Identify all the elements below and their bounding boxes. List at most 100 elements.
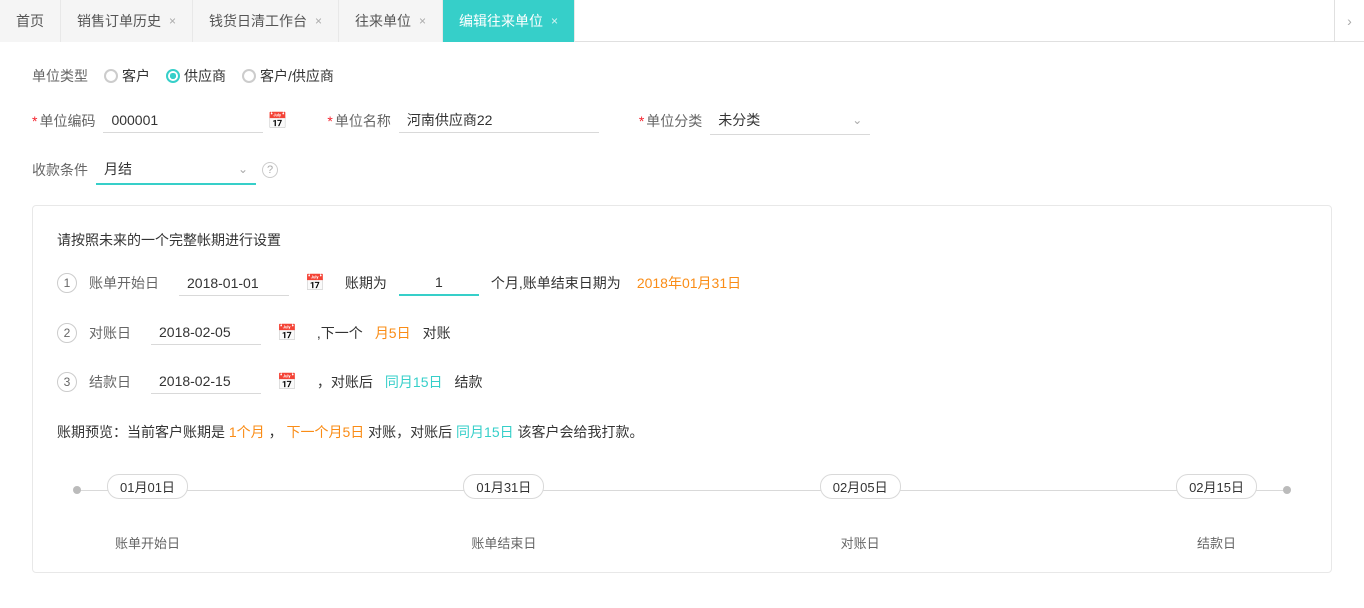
unit-code-star: * bbox=[32, 113, 37, 129]
unit-type-row: 单位类型 客户 供应商 客户/供应商 bbox=[32, 66, 1332, 86]
timeline-node-3: 02月05日 对账日 bbox=[820, 474, 901, 552]
node4-label: 结款日 bbox=[1197, 533, 1236, 552]
node4-date: 02月15日 bbox=[1176, 474, 1257, 499]
tab-sales-order-history[interactable]: 销售订单历史 × bbox=[61, 0, 193, 42]
preview-suffix: 该客户会给我打款。 bbox=[518, 424, 644, 440]
row1-date-input[interactable] bbox=[179, 271, 289, 296]
preview-mid1: ， bbox=[269, 424, 283, 440]
timeline-node-2: 01月31日 账单结束日 bbox=[463, 474, 544, 552]
radio-both[interactable]: 客户/供应商 bbox=[242, 66, 334, 86]
row1-period-input[interactable] bbox=[399, 270, 479, 296]
row3-calendar[interactable]: 📅 bbox=[277, 372, 297, 392]
unit-name-input[interactable] bbox=[399, 108, 599, 133]
row2-highlight: 月5日 bbox=[375, 323, 411, 343]
unit-category-dropdown[interactable]: 未分类 ⌄ bbox=[710, 106, 870, 135]
radio-both-label: 客户/供应商 bbox=[260, 66, 334, 86]
unit-type-radio-group: 客户 供应商 客户/供应商 bbox=[104, 66, 334, 86]
tab-sales-label: 销售订单历史 bbox=[77, 11, 161, 31]
radio-supplier[interactable]: 供应商 bbox=[166, 66, 226, 86]
radio-customer[interactable]: 客户 bbox=[104, 66, 150, 86]
tab-counterpart-close[interactable]: × bbox=[419, 14, 426, 28]
node2-label: 账单结束日 bbox=[471, 533, 536, 552]
tab-sales-close[interactable]: × bbox=[169, 14, 176, 28]
payment-terms-help[interactable]: ? bbox=[262, 162, 278, 178]
row-num-3: 3 bbox=[57, 372, 77, 392]
timeline-wrapper: 01月01日 账单开始日 01月31日 账单结束日 02月05日 对账日 02月… bbox=[57, 454, 1307, 552]
setting-row-2: 2 对账日 📅 ,下一个月5日 对账 bbox=[57, 320, 1307, 345]
preview-part1: 1个月 bbox=[229, 424, 265, 440]
setting-row-3: 3 结款日 📅 ，对账后 同月15日 结款 bbox=[57, 369, 1307, 394]
node1-date: 01月01日 bbox=[107, 474, 188, 499]
radio-both-circle bbox=[242, 69, 256, 83]
card-section: 请按照未来的一个完整帐期进行设置 1 账单开始日 📅 账期为 个月,账单结束日期… bbox=[32, 205, 1332, 573]
preview-prefix: 账期预览：当前客户账期是 bbox=[57, 424, 229, 440]
unit-code-group: * 单位编码 📅 bbox=[32, 108, 287, 133]
tab-cash-label: 钱货日清工作台 bbox=[209, 11, 307, 31]
preview-section: 账期预览：当前客户账期是 1个月 ， 下一个月5日 对账，对账后 同月15日 该… bbox=[57, 418, 1307, 446]
node2-date: 01月31日 bbox=[463, 474, 544, 499]
unit-category-label: 单位分类 bbox=[646, 111, 702, 131]
preview-part2: 下一个月5日 bbox=[286, 424, 364, 440]
radio-customer-circle bbox=[104, 69, 118, 83]
unit-name-star: * bbox=[327, 113, 332, 129]
payment-terms-label: 收款条件 bbox=[32, 160, 88, 180]
unit-code-input[interactable] bbox=[103, 108, 263, 133]
row1-prefix: 账期为 bbox=[345, 273, 387, 293]
unit-name-group: * 单位名称 bbox=[327, 108, 598, 133]
payment-terms-dropdown[interactable]: 月结 ⌄ bbox=[96, 155, 256, 185]
payment-terms-value: 月结 bbox=[104, 159, 232, 179]
tab-edit-close[interactable]: × bbox=[551, 14, 558, 28]
unit-category-star: * bbox=[639, 113, 644, 129]
radio-supplier-circle bbox=[166, 69, 180, 83]
tab-home-label: 首页 bbox=[16, 11, 44, 31]
tab-counterpart[interactable]: 往来单位 × bbox=[339, 0, 443, 42]
timeline-nodes: 01月01日 账单开始日 01月31日 账单结束日 02月05日 对账日 02月… bbox=[77, 474, 1287, 552]
tab-edit-counterpart[interactable]: 编辑往来单位 × bbox=[443, 0, 575, 42]
preview-mid2: 对账，对账后 bbox=[368, 424, 456, 440]
timeline-node-1: 01月01日 账单开始日 bbox=[107, 474, 188, 552]
unit-category-arrow: ⌄ bbox=[852, 113, 862, 127]
tab-edit-label: 编辑往来单位 bbox=[459, 11, 543, 31]
radio-customer-label: 客户 bbox=[122, 66, 150, 86]
unit-name-label: 单位名称 bbox=[335, 111, 391, 131]
unit-category-value: 未分类 bbox=[718, 110, 846, 130]
node3-date: 02月05日 bbox=[820, 474, 901, 499]
row1-calendar[interactable]: 📅 bbox=[305, 273, 325, 293]
row2-suffix: 对账 bbox=[423, 323, 451, 343]
node3-label: 对账日 bbox=[841, 533, 880, 552]
row1-suffix: 个月,账单结束日期为 bbox=[491, 273, 621, 293]
row2-prefix: ,下一个 bbox=[317, 323, 363, 343]
tab-more-arrow[interactable]: › bbox=[1334, 0, 1364, 42]
card-instruction: 请按照未来的一个完整帐期进行设置 bbox=[57, 230, 1307, 250]
unit-info-row: * 单位编码 📅 * 单位名称 * 单位分类 未分类 ⌄ bbox=[32, 106, 1332, 135]
timeline-node-4: 02月15日 结款日 bbox=[1176, 474, 1257, 552]
tab-cash-close[interactable]: × bbox=[315, 14, 322, 28]
radio-supplier-label: 供应商 bbox=[184, 66, 226, 86]
unit-category-group: * 单位分类 未分类 ⌄ bbox=[639, 106, 870, 135]
row-num-1: 1 bbox=[57, 273, 77, 293]
tab-counterpart-label: 往来单位 bbox=[355, 11, 411, 31]
row3-label: 结款日 bbox=[89, 372, 131, 392]
node1-label: 账单开始日 bbox=[115, 533, 180, 552]
row1-label: 账单开始日 bbox=[89, 273, 159, 293]
payment-terms-arrow: ⌄ bbox=[238, 162, 248, 176]
tab-home[interactable]: 首页 bbox=[0, 0, 61, 42]
row3-date-input[interactable] bbox=[151, 369, 261, 394]
preview-part3: 同月15日 bbox=[456, 424, 514, 440]
row3-highlight: 同月15日 bbox=[385, 372, 443, 392]
tab-cash-ledger[interactable]: 钱货日清工作台 × bbox=[193, 0, 339, 42]
row2-calendar[interactable]: 📅 bbox=[277, 323, 297, 343]
unit-code-label: 单位编码 bbox=[39, 111, 95, 131]
row3-prefix: ，对账后 bbox=[317, 372, 373, 392]
tabs-bar: 首页 销售订单历史 × 钱货日清工作台 × 往来单位 × 编辑往来单位 × › bbox=[0, 0, 1364, 42]
row2-label: 对账日 bbox=[89, 323, 131, 343]
row-num-2: 2 bbox=[57, 323, 77, 343]
setting-row-1: 1 账单开始日 📅 账期为 个月,账单结束日期为 2018年01月31日 bbox=[57, 270, 1307, 296]
row2-date-input[interactable] bbox=[151, 320, 261, 345]
row3-suffix: 结款 bbox=[455, 372, 483, 392]
payment-terms-row: 收款条件 月结 ⌄ ? bbox=[32, 155, 1332, 185]
page-content: 单位类型 客户 供应商 客户/供应商 * 单位编码 📅 * 单位名称 bbox=[0, 42, 1364, 608]
row1-highlight-date: 2018年01月31日 bbox=[637, 273, 741, 293]
unit-type-label: 单位类型 bbox=[32, 66, 88, 86]
unit-code-icon[interactable]: 📅 bbox=[267, 111, 287, 131]
